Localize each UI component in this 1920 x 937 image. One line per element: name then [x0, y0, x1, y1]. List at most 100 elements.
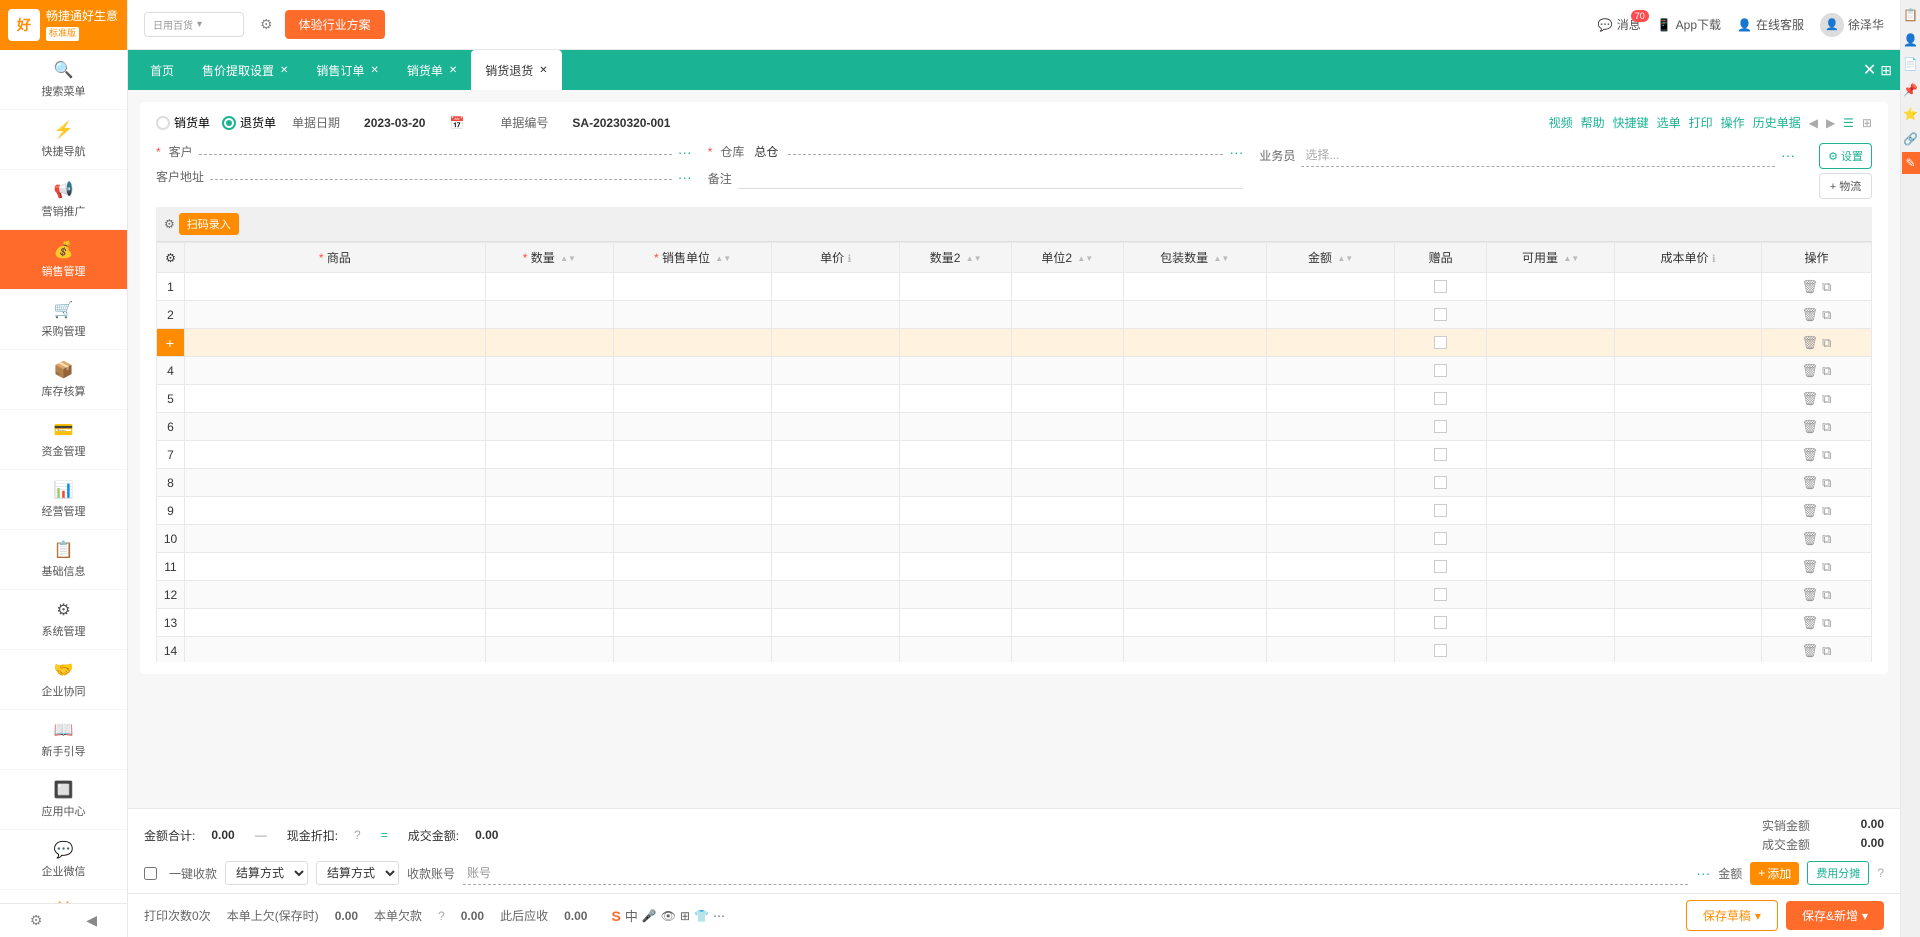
- row-unit2-2[interactable]: [1011, 301, 1123, 329]
- row-qty-11[interactable]: [485, 553, 613, 581]
- row-unit-3[interactable]: [614, 329, 772, 357]
- eye-icon[interactable]: 👁: [661, 909, 676, 923]
- tab-sales-delivery[interactable]: 销货单✕: [393, 50, 471, 90]
- app-download-item[interactable]: 📱 App下载: [1657, 16, 1721, 33]
- module-select[interactable]: 日用百货 ▾: [144, 12, 244, 37]
- shirt-icon[interactable]: 👕: [694, 909, 709, 923]
- row-amount-12[interactable]: [1266, 581, 1394, 609]
- row-price-10[interactable]: [772, 525, 900, 553]
- row-qty2-2[interactable]: [900, 301, 1012, 329]
- customer-input[interactable]: [199, 148, 672, 155]
- address-dots-icon[interactable]: ···: [678, 169, 692, 185]
- tab-close-price-settings[interactable]: ✕: [280, 65, 288, 76]
- warehouse-dots-icon[interactable]: ···: [1229, 144, 1243, 160]
- calendar-icon[interactable]: 📅: [449, 116, 464, 130]
- row-qty2-6[interactable]: [900, 413, 1012, 441]
- row-price-13[interactable]: [772, 609, 900, 637]
- copy-icon-2[interactable]: ⧉: [1822, 307, 1831, 323]
- row-unit2-10[interactable]: [1011, 525, 1123, 553]
- more-icon[interactable]: ⋯: [713, 909, 725, 923]
- delete-icon-12[interactable]: 🗑: [1802, 587, 1819, 603]
- copy-icon-13[interactable]: ⧉: [1822, 615, 1831, 631]
- delete-icon-7[interactable]: 🗑: [1802, 447, 1819, 463]
- row-qty-5[interactable]: [485, 385, 613, 413]
- select-link[interactable]: 选单: [1657, 114, 1681, 131]
- row-pkgqty-12[interactable]: [1123, 581, 1266, 609]
- row-unit-5[interactable]: [614, 385, 772, 413]
- delete-icon-5[interactable]: 🗑: [1802, 391, 1819, 407]
- remark-input[interactable]: [738, 168, 1244, 189]
- row-unit-6[interactable]: [614, 413, 772, 441]
- sidebar-item-quick-nav[interactable]: ⚡ 快捷导航: [0, 110, 127, 170]
- row-qty2-4[interactable]: [900, 357, 1012, 385]
- row-qty2-5[interactable]: [900, 385, 1012, 413]
- row-avail-8[interactable]: [1486, 469, 1614, 497]
- panel-icon-3[interactable]: 📄: [1902, 53, 1920, 76]
- sidebar-item-system[interactable]: ⚙ 系统管理: [0, 590, 127, 650]
- copy-icon-14[interactable]: ⧉: [1822, 643, 1831, 659]
- next-doc-icon[interactable]: ▶: [1826, 116, 1835, 130]
- row-unit2-14[interactable]: [1011, 637, 1123, 663]
- row-unit-8[interactable]: [614, 469, 772, 497]
- row-product-3[interactable]: [185, 329, 486, 357]
- row-qty2-1[interactable]: [900, 273, 1012, 301]
- gift-checkbox-8[interactable]: [1434, 476, 1447, 489]
- help-link[interactable]: 帮助: [1581, 114, 1605, 131]
- row-costprice-11[interactable]: [1615, 553, 1762, 581]
- gift-checkbox-4[interactable]: [1434, 364, 1447, 377]
- tab-close-sales-return[interactable]: ✕: [539, 65, 547, 76]
- row-costprice-10[interactable]: [1615, 525, 1762, 553]
- gift-checkbox-9[interactable]: [1434, 504, 1447, 517]
- online-service-item[interactable]: 👤 在线客服: [1737, 16, 1804, 33]
- gift-checkbox-1[interactable]: [1434, 280, 1447, 293]
- row-qty2-9[interactable]: [900, 497, 1012, 525]
- discount-help-icon[interactable]: ?: [354, 828, 361, 842]
- expand-tabs-icon[interactable]: ⊞: [1880, 62, 1892, 79]
- row-costprice-12[interactable]: [1615, 581, 1762, 609]
- logistics-button[interactable]: + 物流: [1819, 173, 1872, 199]
- row-unit2-4[interactable]: [1011, 357, 1123, 385]
- mic-icon[interactable]: 🎤: [642, 909, 657, 923]
- view-toggle-list[interactable]: ☰: [1843, 116, 1854, 130]
- panel-icon-5[interactable]: ⭐: [1902, 103, 1920, 126]
- prev-doc-icon[interactable]: ◀: [1809, 116, 1818, 130]
- product-input-3[interactable]: [189, 336, 481, 350]
- row-product-2[interactable]: [185, 301, 486, 329]
- row-pkgqty-11[interactable]: [1123, 553, 1266, 581]
- row-product-6[interactable]: [185, 413, 486, 441]
- row-unit-13[interactable]: [614, 609, 772, 637]
- panel-icon-4[interactable]: 📌: [1902, 78, 1920, 101]
- row-costprice-8[interactable]: [1615, 469, 1762, 497]
- radio-sale[interactable]: 销货单: [156, 114, 210, 131]
- row-unit-11[interactable]: [614, 553, 772, 581]
- row-qty2-7[interactable]: [900, 441, 1012, 469]
- user-item[interactable]: 👤 徐泽华: [1820, 13, 1884, 37]
- row-avail-10[interactable]: [1486, 525, 1614, 553]
- row-price-4[interactable]: [772, 357, 900, 385]
- view-toggle-grid[interactable]: ⊞: [1862, 116, 1872, 130]
- sidebar-item-marketing[interactable]: 📢 营销推广: [0, 170, 127, 230]
- trial-button[interactable]: 体验行业方案: [285, 10, 385, 39]
- row-amount-11[interactable]: [1266, 553, 1394, 581]
- row-qty2-11[interactable]: [900, 553, 1012, 581]
- gift-checkbox-11[interactable]: [1434, 560, 1447, 573]
- row-qty-13[interactable]: [485, 609, 613, 637]
- row-price-12[interactable]: [772, 581, 900, 609]
- gift-checkbox-12[interactable]: [1434, 588, 1447, 601]
- gift-checkbox-7[interactable]: [1434, 448, 1447, 461]
- row-amount-10[interactable]: [1266, 525, 1394, 553]
- row-unit2-7[interactable]: [1011, 441, 1123, 469]
- row-qty-2[interactable]: [485, 301, 613, 329]
- delete-icon-2[interactable]: 🗑: [1802, 307, 1819, 323]
- row-unit-14[interactable]: [614, 637, 772, 663]
- row-avail-5[interactable]: [1486, 385, 1614, 413]
- delete-icon-3[interactable]: 🗑: [1802, 335, 1819, 351]
- row-amount-9[interactable]: [1266, 497, 1394, 525]
- save-draft-button[interactable]: 保存草稿 ▾: [1686, 900, 1778, 931]
- grid-icon[interactable]: ⊞: [680, 909, 690, 923]
- row-qty2-3[interactable]: [900, 329, 1012, 357]
- tab-close-sales-delivery[interactable]: ✕: [449, 65, 457, 76]
- row-amount-1[interactable]: [1266, 273, 1394, 301]
- row-unit2-6[interactable]: [1011, 413, 1123, 441]
- row-unit2-12[interactable]: [1011, 581, 1123, 609]
